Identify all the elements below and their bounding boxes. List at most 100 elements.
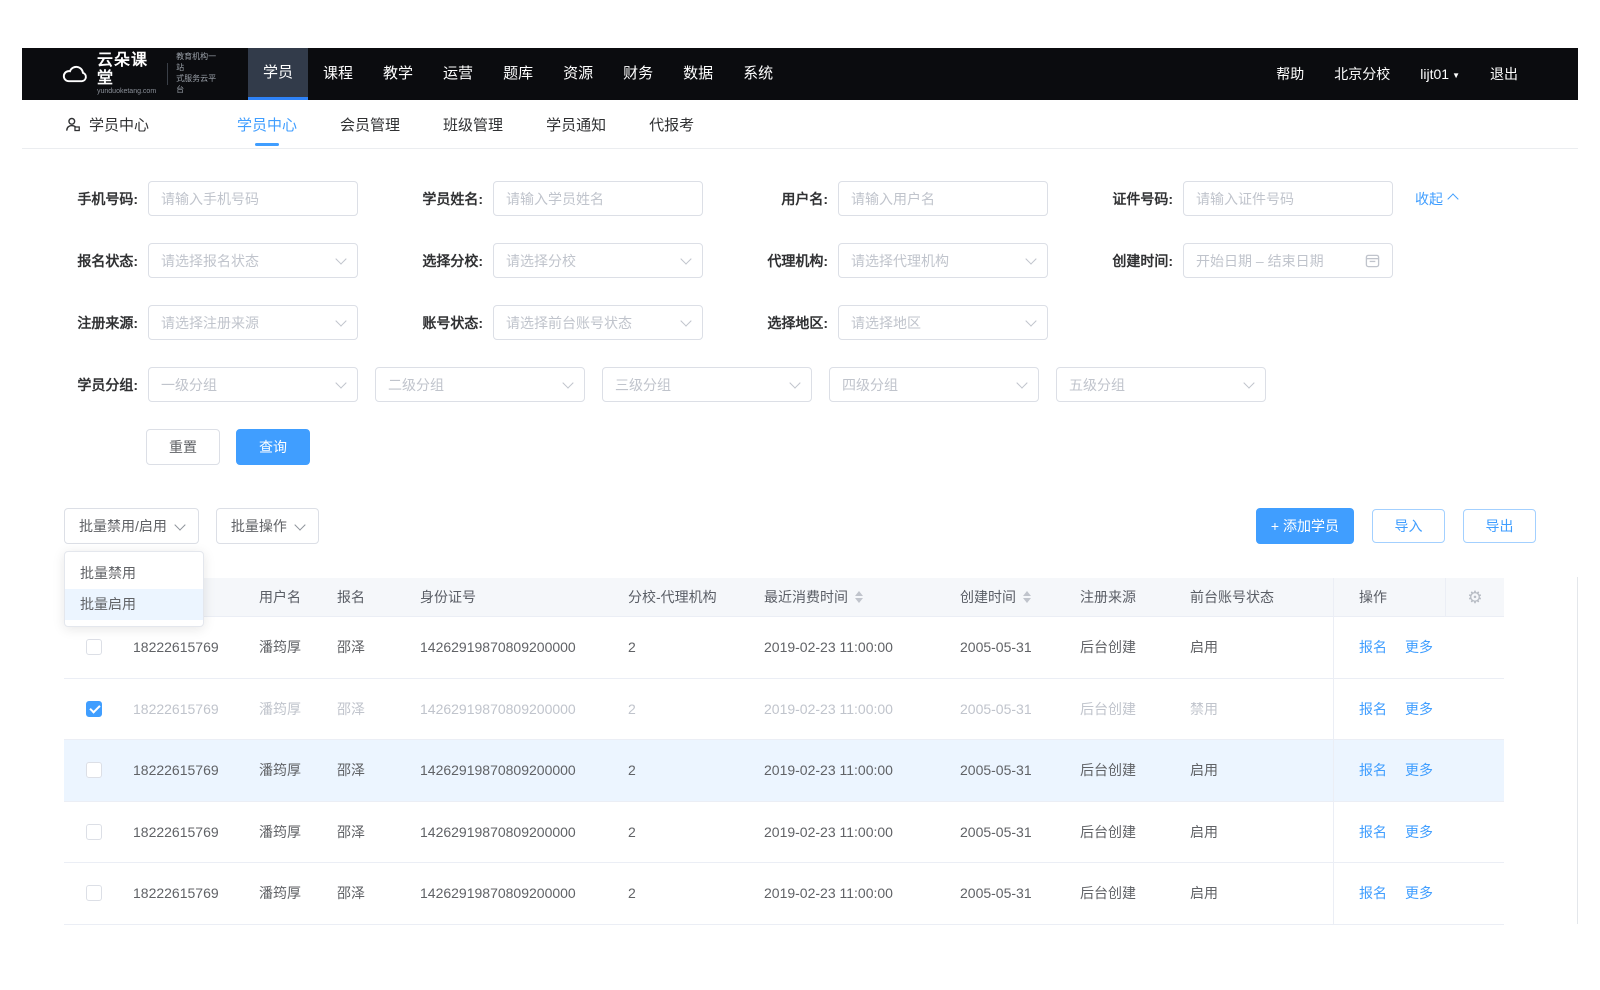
header-last-consume-time: 最近消费时间 (742, 578, 938, 616)
collapse-filters-link[interactable]: 收起 (1415, 189, 1457, 209)
sort-control[interactable] (1023, 587, 1031, 607)
account-status-select[interactable]: 请选择前台账号状态 (493, 305, 703, 340)
tab-class-management[interactable]: 班级管理 (443, 100, 503, 148)
menu-item-finance[interactable]: 财务 (608, 48, 668, 100)
menu-item-teaching[interactable]: 教学 (368, 48, 428, 100)
enroll-status-select[interactable]: 请选择报名状态 (148, 243, 358, 278)
cell-reg-source: 后台创建 (1058, 802, 1168, 863)
chevron-down-icon (1025, 253, 1036, 264)
cell-actions: 报名 更多 (1333, 863, 1445, 924)
group-level1-select[interactable]: 一级分组 (148, 367, 358, 402)
more-link[interactable]: 更多 (1405, 637, 1433, 657)
filter-row-1: 手机号码: 学员姓名: 用户名: 证件号码: 收起 (64, 181, 1536, 216)
student-name-input[interactable] (493, 181, 703, 216)
enroll-link[interactable]: 报名 (1359, 822, 1387, 842)
menu-item-system[interactable]: 系统 (728, 48, 788, 100)
cell-branch-agency: 2 (606, 863, 742, 924)
reset-button[interactable]: 重置 (146, 429, 220, 465)
import-button[interactable]: 导入 (1372, 509, 1445, 543)
cell-create-time: 2005-05-31 (938, 863, 1058, 924)
cell-id-number: 14262919870809200000 (398, 617, 606, 678)
add-student-button[interactable]: + 添加学员 (1256, 508, 1354, 544)
cell-reg-source: 后台创建 (1058, 740, 1168, 801)
menu-item-data[interactable]: 数据 (668, 48, 728, 100)
header-account-status: 前台账号状态 (1168, 578, 1333, 616)
group-level4-select[interactable]: 四级分组 (829, 367, 1039, 402)
logout-link[interactable]: 退出 (1490, 64, 1518, 84)
row-checkbox[interactable] (86, 701, 102, 717)
reg-source-label: 注册来源: (64, 313, 138, 333)
enroll-link[interactable]: 报名 (1359, 637, 1387, 657)
batch-operations-button[interactable]: 批量操作 (216, 508, 319, 544)
table-toolbar: 批量禁用/启用 批量禁用 批量启用 批量操作 + 添加学员 导入 导出 (64, 508, 1536, 544)
group-level3-select[interactable]: 三级分组 (602, 367, 812, 402)
dropdown-item-batch-disable[interactable]: 批量禁用 (65, 558, 203, 589)
search-button[interactable]: 查询 (236, 429, 310, 465)
more-link[interactable]: 更多 (1405, 883, 1433, 903)
tab-student-notice[interactable]: 学员通知 (546, 100, 606, 148)
row-checkbox[interactable] (86, 885, 102, 901)
dropdown-item-batch-enable[interactable]: 批量启用 (65, 589, 203, 620)
menu-item-resources[interactable]: 资源 (548, 48, 608, 100)
main-menu: 学员 课程 教学 运营 题库 资源 财务 数据 系统 (248, 48, 788, 100)
group-level2-select[interactable]: 二级分组 (375, 367, 585, 402)
filter-agency: 代理机构: 请选择代理机构 (754, 243, 1048, 278)
row-checkbox[interactable] (86, 639, 102, 655)
filter-reg-source: 注册来源: 请选择注册来源 (64, 305, 358, 340)
chevron-down-icon (680, 315, 691, 326)
tab-proxy-exam[interactable]: 代报考 (649, 100, 694, 148)
more-link[interactable]: 更多 (1405, 760, 1433, 780)
id-number-input[interactable] (1183, 181, 1393, 216)
menu-item-question-bank[interactable]: 题库 (488, 48, 548, 100)
branch-select[interactable]: 请选择分校 (493, 243, 703, 278)
gear-icon[interactable]: ⚙ (1467, 589, 1482, 606)
tab-student-center[interactable]: 学员中心 (237, 100, 297, 148)
reg-source-select[interactable]: 请选择注册来源 (148, 305, 358, 340)
phone-input[interactable] (148, 181, 358, 216)
chevron-down-icon (789, 377, 800, 388)
enroll-link[interactable]: 报名 (1359, 883, 1387, 903)
cell-reg-source: 后台创建 (1058, 617, 1168, 678)
agency-select[interactable]: 请选择代理机构 (838, 243, 1048, 278)
header-branch-agency: 分校-代理机构 (606, 578, 742, 616)
filter-region: 选择地区: 请选择地区 (754, 305, 1048, 340)
table-row: 18222615769 潘筠厚 邵泽 14262919870809200000 … (64, 863, 1504, 925)
cell-phone: 18222615769 (114, 740, 237, 801)
menu-item-courses[interactable]: 课程 (308, 48, 368, 100)
more-link[interactable]: 更多 (1405, 822, 1433, 842)
cell-last-consume-time: 2019-02-23 11:00:00 (742, 863, 938, 924)
row-checkbox[interactable] (86, 824, 102, 840)
create-time-range-picker[interactable]: 开始日期 – 结束日期 (1183, 243, 1393, 278)
account-status-label: 账号状态: (409, 313, 483, 333)
export-button[interactable]: 导出 (1463, 509, 1536, 543)
menu-item-students[interactable]: 学员 (248, 48, 308, 100)
user-menu[interactable]: lijt01▼ (1420, 66, 1460, 82)
group-level5-select[interactable]: 五级分组 (1056, 367, 1266, 402)
branch-switcher[interactable]: 北京分校 (1334, 64, 1390, 84)
batch-disable-enable-button[interactable]: 批量禁用/启用 (64, 508, 199, 544)
enroll-link[interactable]: 报名 (1359, 760, 1387, 780)
region-select[interactable]: 请选择地区 (838, 305, 1048, 340)
enroll-link[interactable]: 报名 (1359, 699, 1387, 719)
row-checkbox[interactable] (86, 762, 102, 778)
filter-student-groups: 学员分组: 一级分组 二级分组 三级分组 四级分组 五级分组 (64, 367, 1283, 402)
calendar-icon (1365, 253, 1380, 268)
cell-branch-agency: 2 (606, 740, 742, 801)
cell-enroll: 邵泽 (315, 802, 398, 863)
cell-status: 启用 (1168, 740, 1333, 801)
sort-control[interactable] (855, 587, 863, 607)
help-link[interactable]: 帮助 (1276, 64, 1304, 84)
cell-phone: 18222615769 (114, 679, 237, 740)
filter-row-3: 注册来源: 请选择注册来源 账号状态: 请选择前台账号状态 选择地区: 请选择地… (64, 305, 1536, 340)
cell-last-consume-time: 2019-02-23 11:00:00 (742, 802, 938, 863)
sort-asc-icon (1023, 587, 1031, 596)
tab-member-management[interactable]: 会员管理 (340, 100, 400, 148)
cell-branch-agency: 2 (606, 617, 742, 678)
filter-branch: 选择分校: 请选择分校 (409, 243, 703, 278)
more-link[interactable]: 更多 (1405, 699, 1433, 719)
top-navbar: 云朵课堂 yunduoketang.com 教育机构一站 式服务云平台 学员 课… (22, 48, 1578, 100)
menu-item-operations[interactable]: 运营 (428, 48, 488, 100)
filter-actions: 重置 查询 (146, 429, 1536, 465)
username-input[interactable] (838, 181, 1048, 216)
sub-navbar: 学员中心 学员中心 会员管理 班级管理 学员通知 代报考 (22, 100, 1578, 149)
